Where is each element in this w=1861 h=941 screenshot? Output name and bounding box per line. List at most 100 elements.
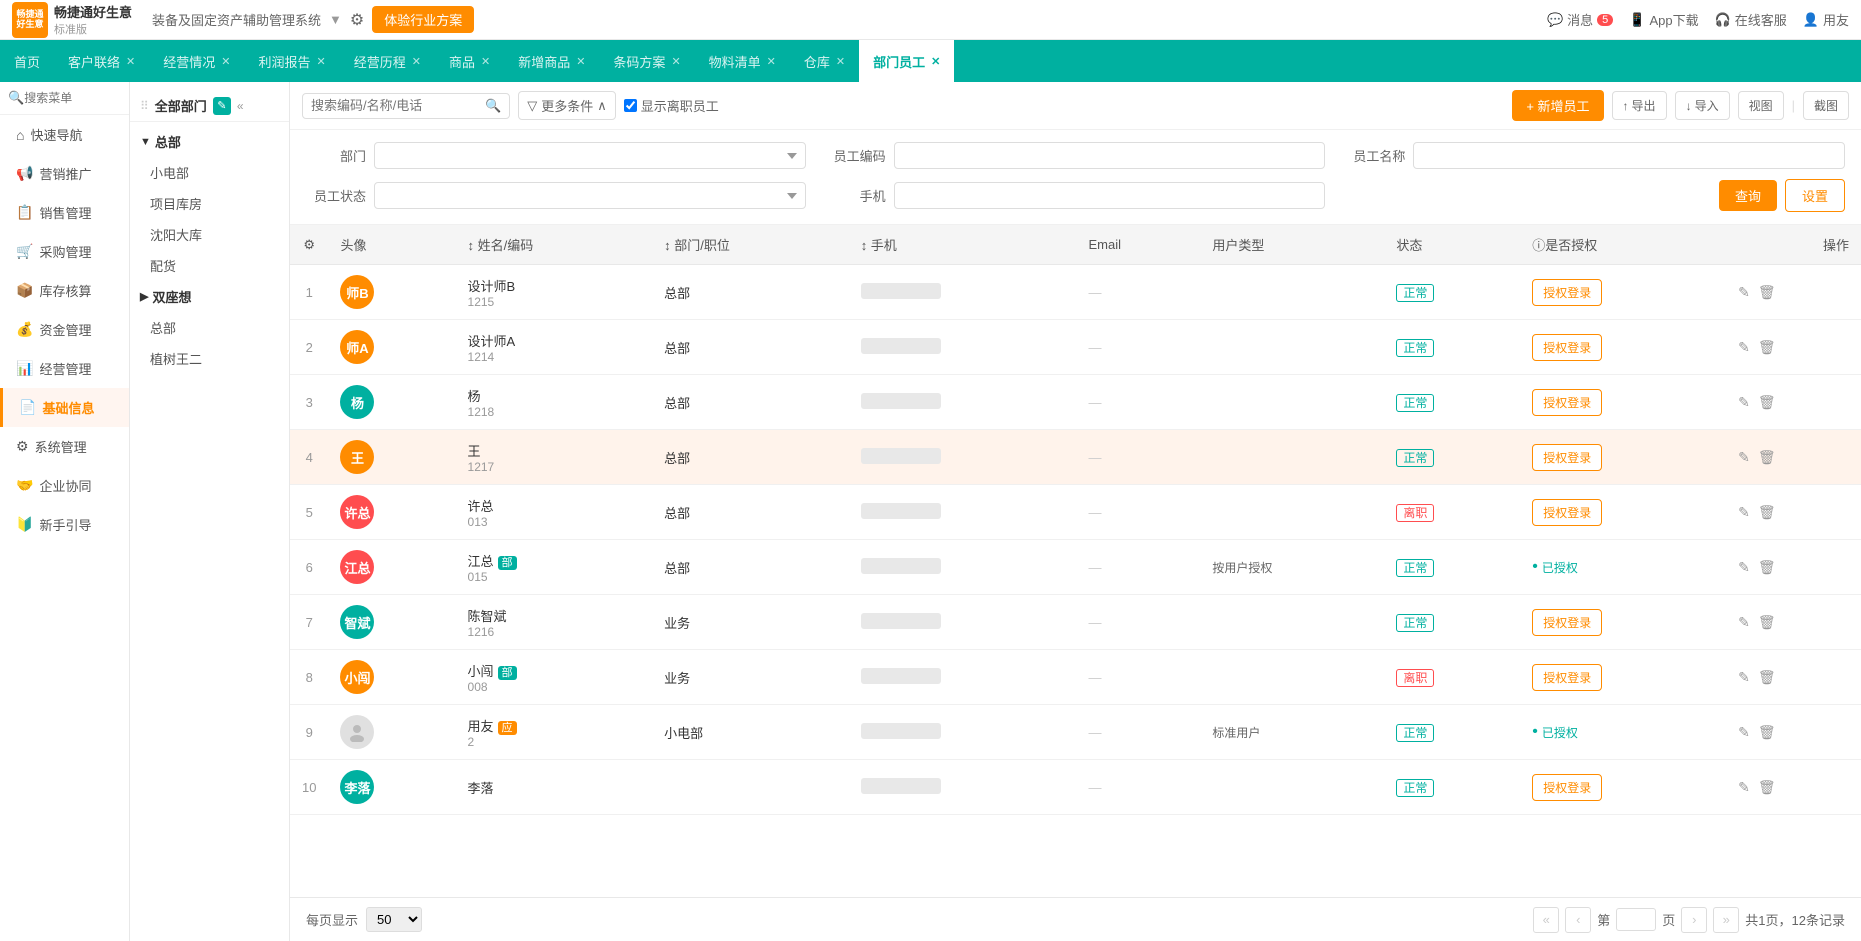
first-page-button[interactable]: «	[1533, 907, 1559, 933]
th-settings[interactable]: ⚙	[290, 225, 328, 265]
nav-tab-商品[interactable]: 商品✕	[435, 40, 504, 82]
sidebar-item-system[interactable]: ⚙系统管理	[0, 427, 129, 466]
tree-all-label[interactable]: 全部部门	[155, 96, 207, 115]
auth-login-button[interactable]: 授权登录	[1532, 279, 1602, 306]
emp-status-select[interactable]: 正常 离职	[374, 182, 806, 209]
delete-button[interactable]: 🗑	[1758, 394, 1776, 411]
search-submit-icon[interactable]: 🔍	[485, 98, 501, 114]
tab-close-icon[interactable]: ✕	[412, 55, 421, 68]
sidebar-item-finance[interactable]: 💰资金管理	[0, 310, 129, 349]
tree-edit-icon[interactable]: ✎	[213, 97, 231, 115]
import-button[interactable]: ↓ 导入	[1675, 91, 1730, 120]
view-button[interactable]: 视图	[1738, 91, 1784, 120]
emp-code-input[interactable]	[894, 142, 1326, 169]
auth-login-button[interactable]: 授权登录	[1532, 609, 1602, 636]
dropdown-arrow-icon[interactable]: ▼	[329, 12, 342, 27]
delete-button[interactable]: 🗑	[1758, 504, 1776, 521]
nav-tab-新增商品[interactable]: 新增商品✕	[504, 40, 599, 82]
edit-button[interactable]: ✎	[1738, 669, 1750, 686]
tree-item-peihuo[interactable]: 配货	[130, 250, 289, 281]
edit-button[interactable]: ✎	[1738, 559, 1750, 576]
nav-tab-客户联络[interactable]: 客户联络✕	[54, 40, 149, 82]
tab-close-icon[interactable]: ✕	[836, 55, 845, 68]
prev-page-button[interactable]: ‹	[1565, 907, 1591, 933]
edit-button[interactable]: ✎	[1738, 614, 1750, 631]
search-button[interactable]: 查询	[1719, 180, 1777, 211]
sidebar-item-guide[interactable]: 🔰新手引导	[0, 505, 129, 544]
sidebar-item-quick-nav[interactable]: ⌂快速导航	[0, 115, 129, 154]
tree-item-zongbu2[interactable]: 总部	[130, 312, 289, 343]
tab-close-icon[interactable]: ✕	[576, 55, 585, 68]
auth-login-button[interactable]: 授权登录	[1532, 444, 1602, 471]
tree-group-shuangzuoxiang[interactable]: ▶ 双座想	[130, 281, 289, 312]
search-box[interactable]: 🔍	[302, 93, 510, 119]
tree-item-shenyangdaku[interactable]: 沈阳大库	[130, 219, 289, 250]
sidebar-item-operations[interactable]: 📊经营管理	[0, 349, 129, 388]
edit-button[interactable]: ✎	[1738, 504, 1750, 521]
tree-collapse-icon[interactable]: «	[237, 99, 244, 113]
tree-item-zhishuwanger[interactable]: 植树王二	[130, 343, 289, 374]
tab-close-icon[interactable]: ✕	[767, 55, 776, 68]
edit-button[interactable]: ✎	[1738, 779, 1750, 796]
nav-tab-条码方案[interactable]: 条码方案✕	[599, 40, 694, 82]
tab-close-icon[interactable]: ✕	[931, 55, 940, 68]
delete-button[interactable]: 🗑	[1758, 449, 1776, 466]
tree-group-zongbu[interactable]: ▼ 总部	[130, 126, 289, 157]
last-page-button[interactable]: »	[1713, 907, 1739, 933]
edit-button[interactable]: ✎	[1738, 394, 1750, 411]
th-dept[interactable]: ↕ 部门/职位	[652, 225, 849, 265]
message-button[interactable]: 💬 消息 5	[1547, 10, 1613, 29]
delete-button[interactable]: 🗑	[1758, 669, 1776, 686]
emp-name-input[interactable]	[1413, 142, 1845, 169]
nav-tab-经营历程[interactable]: 经营历程✕	[340, 40, 435, 82]
sidebar-item-marketing[interactable]: 📢营销推广	[0, 154, 129, 193]
auth-login-button[interactable]: 授权登录	[1532, 774, 1602, 801]
user-menu-button[interactable]: 👤 用友	[1803, 10, 1849, 29]
edit-button[interactable]: ✎	[1738, 724, 1750, 741]
auth-login-button[interactable]: 授权登录	[1532, 334, 1602, 361]
edit-button[interactable]: ✎	[1738, 284, 1750, 301]
delete-button[interactable]: 🗑	[1758, 559, 1776, 576]
trial-button[interactable]: 体验行业方案	[372, 6, 474, 33]
nav-tab-部门员工[interactable]: 部门员工✕	[859, 40, 954, 82]
tree-item-xiangmukufang[interactable]: 项目库房	[130, 188, 289, 219]
nav-tab-物料清单[interactable]: 物料清单✕	[695, 40, 790, 82]
sidebar-item-purchase[interactable]: 🛒采购管理	[0, 232, 129, 271]
online-support-button[interactable]: 🎧 在线客服	[1715, 10, 1787, 29]
phone-input[interactable]	[894, 182, 1326, 209]
delete-button[interactable]: 🗑	[1758, 614, 1776, 631]
tree-item-xiaodibu[interactable]: 小电部	[130, 157, 289, 188]
auth-login-button[interactable]: 授权登录	[1532, 499, 1602, 526]
sidebar-item-basic-info[interactable]: 📄基础信息	[0, 388, 129, 427]
show-resigned-checkbox[interactable]	[624, 99, 637, 112]
auth-login-button[interactable]: 授权登录	[1532, 389, 1602, 416]
auth-login-button[interactable]: 授权登录	[1532, 664, 1602, 691]
sidebar-item-inventory[interactable]: 📦库存核算	[0, 271, 129, 310]
nav-tab-经营情况[interactable]: 经营情况✕	[149, 40, 244, 82]
sidebar-item-enterprise[interactable]: 🤝企业协同	[0, 466, 129, 505]
page-number-input[interactable]: 1	[1616, 908, 1656, 931]
tab-close-icon[interactable]: ✕	[671, 55, 680, 68]
edit-button[interactable]: ✎	[1738, 449, 1750, 466]
filter-settings-button[interactable]: 设置	[1785, 179, 1845, 212]
delete-button[interactable]: 🗑	[1758, 339, 1776, 356]
more-conditions-button[interactable]: ▽ 更多条件 ∧	[518, 91, 616, 120]
show-resigned-checkbox-label[interactable]: 显示离职员工	[624, 96, 719, 115]
nav-tab-仓库[interactable]: 仓库✕	[790, 40, 859, 82]
per-page-select[interactable]: 50 100	[366, 907, 422, 932]
next-page-button[interactable]: ›	[1681, 907, 1707, 933]
delete-button[interactable]: 🗑	[1758, 284, 1776, 301]
sidebar-search-box[interactable]: 🔍	[0, 82, 129, 115]
delete-button[interactable]: 🗑	[1758, 724, 1776, 741]
screenshot-button[interactable]: 截图	[1803, 91, 1849, 120]
export-button[interactable]: ↑ 导出	[1612, 91, 1667, 120]
sidebar-item-sales[interactable]: 📋销售管理	[0, 193, 129, 232]
dept-select[interactable]	[374, 142, 806, 169]
delete-button[interactable]: 🗑	[1758, 779, 1776, 796]
sidebar-search-input[interactable]	[24, 91, 130, 105]
tab-close-icon[interactable]: ✕	[126, 55, 135, 68]
th-phone[interactable]: ↕ 手机	[849, 225, 1077, 265]
tab-close-icon[interactable]: ✕	[481, 55, 490, 68]
th-name[interactable]: ↕ 姓名/编码	[456, 225, 653, 265]
edit-button[interactable]: ✎	[1738, 339, 1750, 356]
